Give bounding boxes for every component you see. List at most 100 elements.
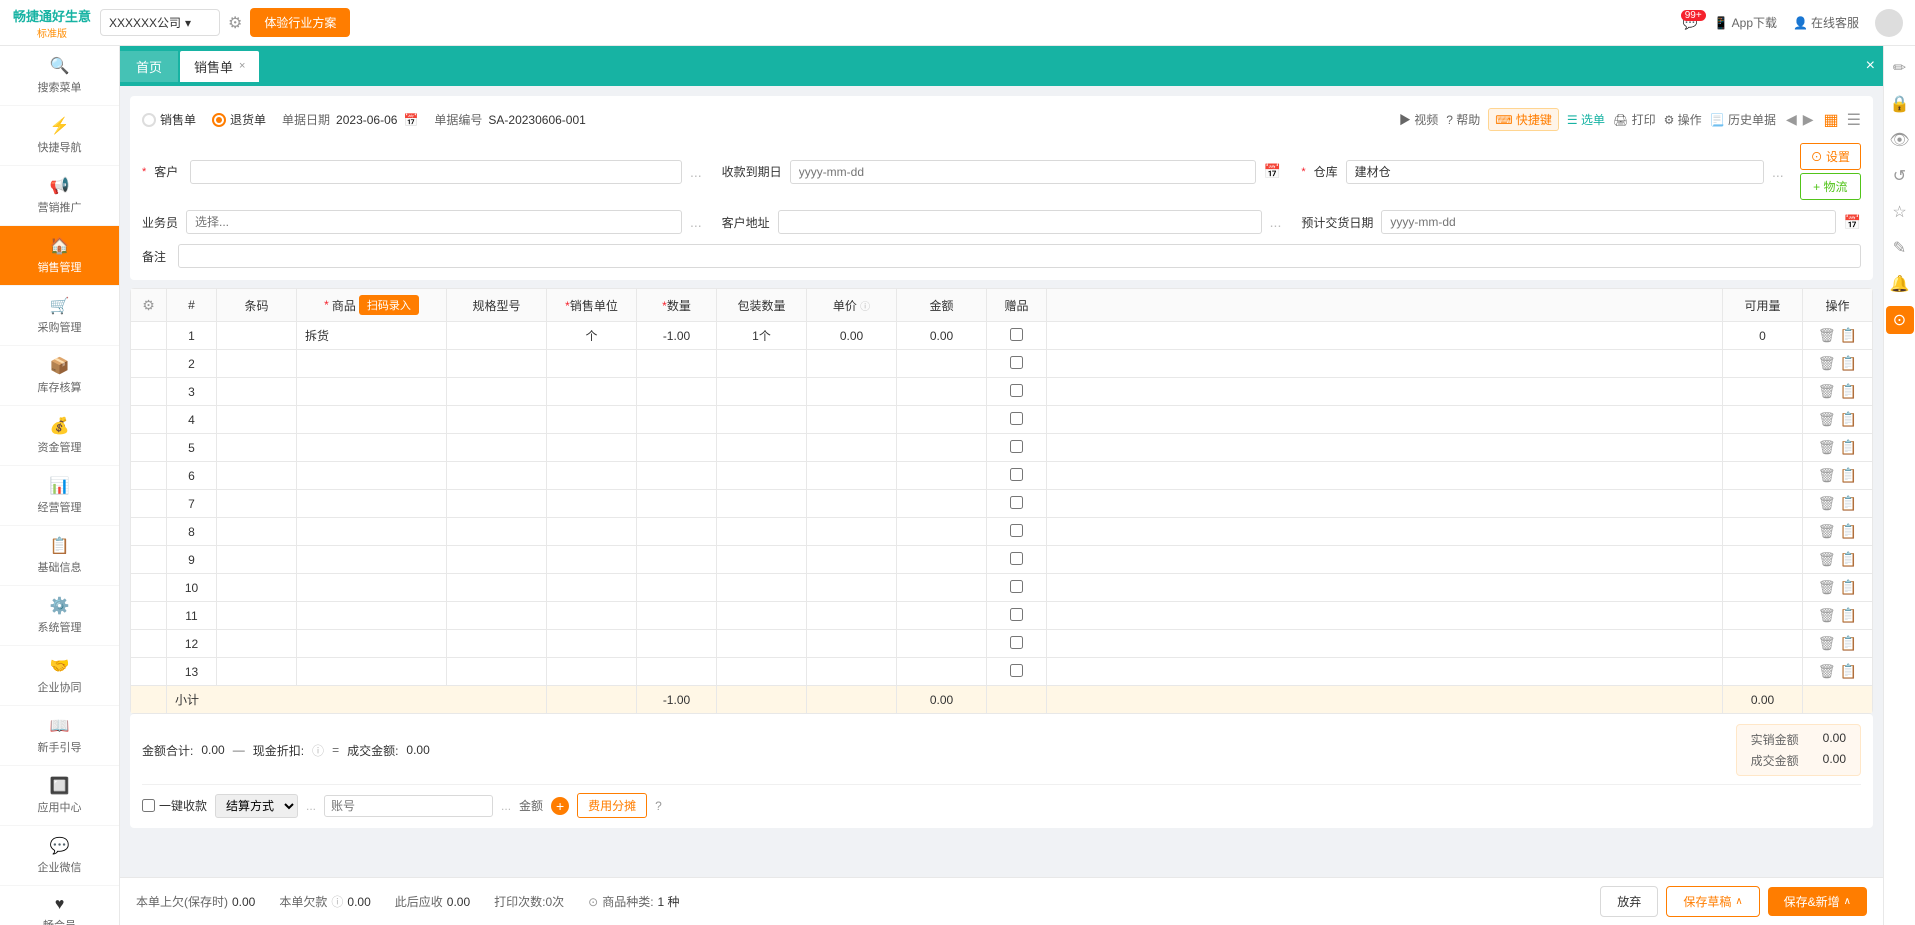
sidebar-item-collab[interactable]: 🤝 企业协同 — [0, 646, 119, 706]
delete-icon-12[interactable]: 🗑 — [1818, 635, 1836, 652]
delete-icon-13[interactable]: 🗑 — [1818, 663, 1836, 680]
account-dots[interactable]: ... — [501, 799, 511, 813]
add-payment-btn[interactable]: + — [551, 797, 569, 815]
rs-lock-icon[interactable]: 🔒 — [1886, 90, 1914, 118]
rs-edit-icon[interactable]: ✏ — [1886, 54, 1914, 82]
copy-icon-5[interactable]: 📋 — [1840, 439, 1857, 456]
row-gift-1[interactable] — [987, 322, 1047, 350]
copy-icon-13[interactable]: 📋 — [1840, 663, 1857, 680]
copy-icon-12[interactable]: 📋 — [1840, 635, 1857, 652]
message-icon[interactable]: 💬 99+ — [1683, 16, 1698, 30]
sidebar-item-quick-nav[interactable]: ⚡ 快捷导航 — [0, 106, 119, 166]
warehouse-dots[interactable]: ... — [1772, 164, 1784, 180]
sidebar-item-guide[interactable]: 📖 新手引导 — [0, 706, 119, 766]
delete-icon-9[interactable]: 🗑 — [1818, 551, 1836, 568]
row-qty-1[interactable]: -1.00 — [637, 322, 717, 350]
prev-arrow[interactable]: ◀ — [1784, 109, 1799, 130]
video-btn[interactable]: ▶ 视频 — [1399, 111, 1438, 128]
save-new-button[interactable]: 保存&新增 ∧ — [1768, 887, 1867, 916]
addr-dots[interactable]: ... — [1270, 214, 1282, 230]
list-view-icon[interactable]: ☰ — [1847, 110, 1861, 130]
app-download-btn[interactable]: 📱 App下载 — [1714, 14, 1777, 31]
delete-icon-5[interactable]: 🗑 — [1818, 439, 1836, 456]
save-draft-button[interactable]: 保存草稿 ∧ — [1666, 886, 1759, 917]
company-select[interactable]: XXXXXX公司 ▾ — [100, 9, 220, 36]
sidebar-item-sales[interactable]: 🏠 销售管理 — [0, 226, 119, 286]
radio-sales-order[interactable]: 销售单 — [142, 111, 196, 128]
due-date-input[interactable] — [790, 160, 1256, 184]
tab-home[interactable]: 首页 — [120, 51, 178, 82]
one-click-payment-checkbox[interactable]: 一键收款 — [142, 797, 207, 814]
sidebar-item-wechat[interactable]: 💬 企业微信 — [0, 826, 119, 886]
help-circle-icon[interactable]: ⓘ — [312, 742, 324, 759]
expected-date-input[interactable] — [1381, 210, 1835, 234]
rs-eye-icon[interactable]: 👁 — [1886, 126, 1914, 154]
customer-dots[interactable]: ... — [690, 164, 702, 180]
settings-button[interactable]: ⊙ 设置 — [1800, 143, 1861, 170]
sidebar-item-finance[interactable]: 💰 资金管理 — [0, 406, 119, 466]
sidebar-item-system[interactable]: ⚙️ 系统管理 — [0, 586, 119, 646]
delete-icon-11[interactable]: 🗑 — [1818, 607, 1836, 624]
delete-icon-8[interactable]: 🗑 — [1818, 523, 1836, 540]
copy-icon-7[interactable]: 📋 — [1840, 495, 1857, 512]
delete-icon-6[interactable]: 🗑 — [1818, 467, 1836, 484]
tab-sales-order[interactable]: 销售单 × — [180, 51, 259, 82]
help-btn[interactable]: ? 帮助 — [1446, 111, 1480, 128]
account-input[interactable] — [324, 795, 493, 817]
row-barcode-1[interactable] — [217, 322, 297, 350]
print-btn[interactable]: 🖨 打印 — [1613, 111, 1656, 128]
ops-btn[interactable]: ⚙ 操作 — [1664, 111, 1702, 128]
copy-icon-1[interactable]: 📋 — [1840, 327, 1857, 344]
copy-icon-2[interactable]: 📋 — [1840, 355, 1857, 372]
avatar[interactable] — [1875, 9, 1903, 37]
table-settings-icon[interactable]: ⚙ — [142, 297, 155, 313]
rs-pencil-icon[interactable]: ✎ — [1886, 234, 1914, 262]
customer-input[interactable] — [190, 160, 682, 184]
delete-icon-4[interactable]: 🗑 — [1818, 411, 1836, 428]
radio-return-order[interactable]: 退货单 — [212, 111, 266, 128]
calc-method-dots[interactable]: ... — [306, 799, 316, 813]
rs-star-icon[interactable]: ☆ — [1886, 198, 1914, 226]
grid-view-icon[interactable]: ▦ — [1824, 110, 1839, 130]
row-price-1[interactable]: 0.00 — [807, 322, 897, 350]
payment-help-icon[interactable]: ? — [655, 799, 662, 813]
due-date-calendar-icon[interactable]: 📅 — [1264, 163, 1281, 180]
sidebar-item-inventory[interactable]: 📦 库存核算 — [0, 346, 119, 406]
stat-product-type[interactable]: ⊙ 商品种类: 1 种 — [588, 893, 679, 910]
sidebar-item-base[interactable]: 📋 基础信息 — [0, 526, 119, 586]
sidebar-item-marketing[interactable]: 📢 营销推广 — [0, 166, 119, 226]
sidebar-item-member[interactable]: ♥ 畅会员 — [0, 886, 119, 925]
salesperson-input[interactable] — [186, 210, 682, 234]
th-gear[interactable]: ⚙ — [131, 289, 167, 322]
calendar-icon[interactable]: 📅 — [403, 113, 418, 127]
online-service-btn[interactable]: 👤 在线客服 — [1793, 14, 1859, 31]
discard-button[interactable]: 放弃 — [1600, 886, 1658, 917]
expense-split-btn[interactable]: 费用分摊 — [577, 793, 647, 818]
delete-icon-2[interactable]: 🗑 — [1818, 355, 1836, 372]
rs-orange-icon[interactable]: ⊙ — [1886, 306, 1914, 334]
sidebar-item-purchase[interactable]: 🛒 采购管理 — [0, 286, 119, 346]
delete-icon-3[interactable]: 🗑 — [1818, 383, 1836, 400]
settings-icon[interactable]: ⚙ — [228, 13, 242, 33]
owed-help-icon[interactable]: ⓘ — [331, 893, 343, 910]
copy-icon-4[interactable]: 📋 — [1840, 411, 1857, 428]
calc-method-select[interactable]: 结算方式 — [215, 794, 298, 818]
tab-close-btn[interactable]: × — [239, 60, 245, 72]
salesperson-dots[interactable]: ... — [690, 214, 702, 230]
copy-icon-11[interactable]: 📋 — [1840, 607, 1857, 624]
flow-button[interactable]: + 物流 — [1800, 173, 1861, 200]
sidebar-item-operations[interactable]: 📊 经营管理 — [0, 466, 119, 526]
delete-icon-7[interactable]: 🗑 — [1818, 495, 1836, 512]
copy-icon-9[interactable]: 📋 — [1840, 551, 1857, 568]
rs-alert-icon[interactable]: 🔔 — [1886, 270, 1914, 298]
customer-addr-input[interactable] — [778, 210, 1262, 234]
copy-icon-10[interactable]: 📋 — [1840, 579, 1857, 596]
warehouse-input[interactable] — [1346, 160, 1764, 184]
delete-icon-1[interactable]: 🗑 — [1818, 327, 1836, 344]
next-arrow[interactable]: ▶ — [1801, 109, 1816, 130]
shortcut-btn[interactable]: ⌨ 快捷键 — [1488, 108, 1559, 131]
expected-date-calendar-icon[interactable]: 📅 — [1844, 214, 1861, 231]
copy-icon-6[interactable]: 📋 — [1840, 467, 1857, 484]
select-order-btn[interactable]: ☰ 选单 — [1567, 111, 1605, 128]
trial-button[interactable]: 体验行业方案 — [250, 8, 350, 37]
